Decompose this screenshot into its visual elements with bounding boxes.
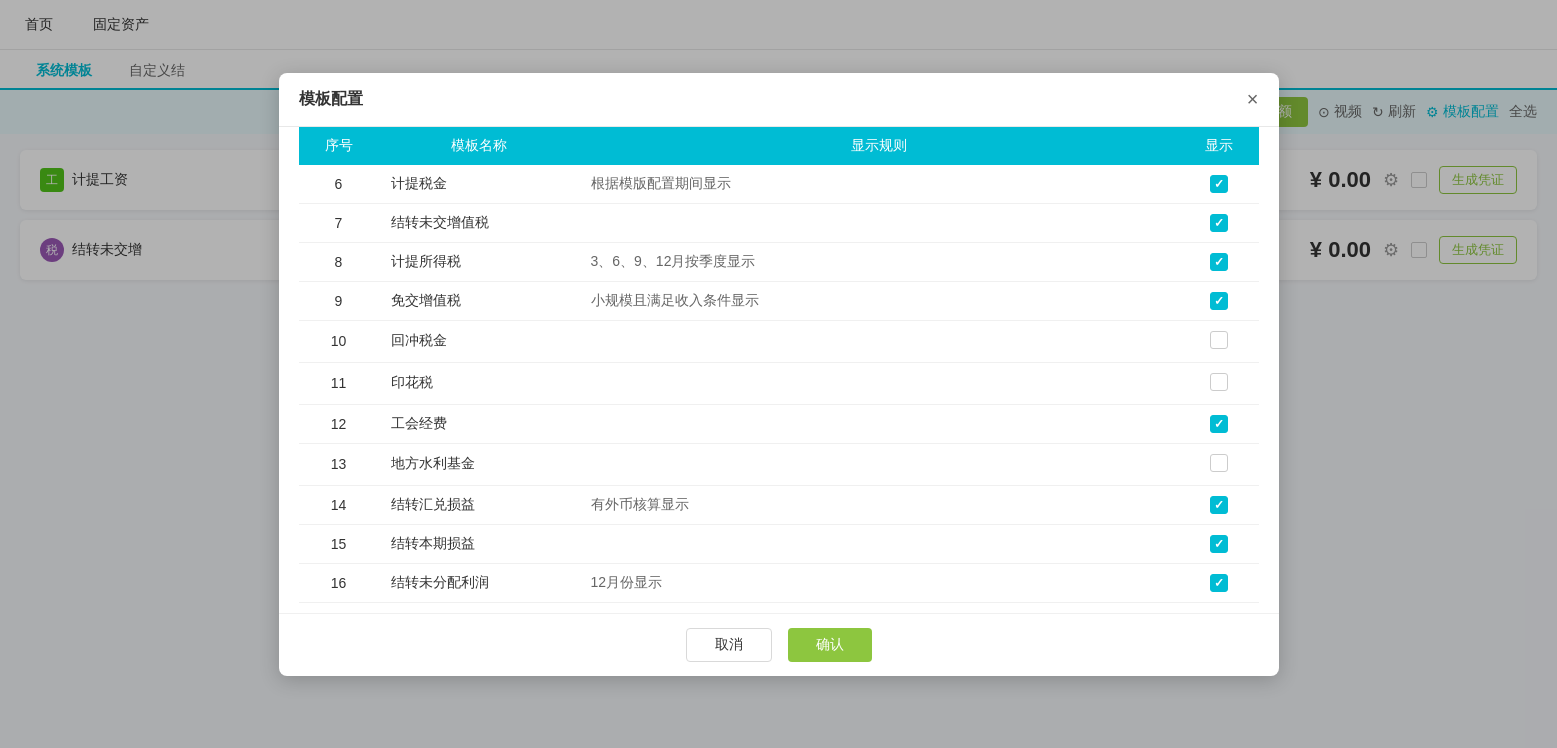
table-row: 6计提税金根据模版配置期间显示 bbox=[299, 165, 1259, 204]
row-checkbox-7[interactable] bbox=[1210, 214, 1228, 232]
row-name: 回冲税金 bbox=[379, 320, 579, 362]
table-row: 14结转汇兑损益有外币核算显示 bbox=[299, 485, 1259, 524]
row-rule: 12月份显示 bbox=[579, 563, 1179, 602]
row-rule: 根据模版配置期间显示 bbox=[579, 165, 1179, 204]
template-config-modal: 模板配置 × 序号 模板名称 显示规则 显示 6计提税金根据模版配置期间显示7结… bbox=[279, 73, 1279, 676]
table-row: 13地方水利基金 bbox=[299, 443, 1259, 485]
row-id: 15 bbox=[299, 524, 379, 563]
row-checkbox-cell bbox=[1179, 485, 1259, 524]
row-name: 结转本期损益 bbox=[379, 524, 579, 563]
row-checkbox-cell bbox=[1179, 443, 1259, 485]
row-checkbox-16[interactable] bbox=[1210, 574, 1228, 592]
col-header-name: 模板名称 bbox=[379, 127, 579, 165]
row-checkbox-15[interactable] bbox=[1210, 535, 1228, 553]
row-name: 结转未交增值税 bbox=[379, 203, 579, 242]
modal-title: 模板配置 bbox=[299, 89, 363, 110]
config-table: 序号 模板名称 显示规则 显示 6计提税金根据模版配置期间显示7结转未交增值税8… bbox=[299, 127, 1259, 603]
row-checkbox-cell bbox=[1179, 320, 1259, 362]
modal-header: 模板配置 × bbox=[279, 73, 1279, 127]
modal-overlay: 模板配置 × 序号 模板名称 显示规则 显示 6计提税金根据模版配置期间显示7结… bbox=[0, 0, 1557, 748]
row-name: 计提税金 bbox=[379, 165, 579, 204]
table-row: 11印花税 bbox=[299, 362, 1259, 404]
table-body: 6计提税金根据模版配置期间显示7结转未交增值税8计提所得税3、6、9、12月按季… bbox=[299, 165, 1259, 603]
row-checkbox-cell bbox=[1179, 362, 1259, 404]
modal-body: 序号 模板名称 显示规则 显示 6计提税金根据模版配置期间显示7结转未交增值税8… bbox=[279, 127, 1279, 613]
row-checkbox-14[interactable] bbox=[1210, 496, 1228, 514]
row-checkbox-cell bbox=[1179, 203, 1259, 242]
row-id: 11 bbox=[299, 362, 379, 404]
row-checkbox-8[interactable] bbox=[1210, 253, 1228, 271]
modal-footer: 取消 确认 bbox=[279, 613, 1279, 676]
table-header-row: 序号 模板名称 显示规则 显示 bbox=[299, 127, 1259, 165]
table-row: 15结转本期损益 bbox=[299, 524, 1259, 563]
row-rule bbox=[579, 443, 1179, 485]
row-id: 14 bbox=[299, 485, 379, 524]
row-id: 13 bbox=[299, 443, 379, 485]
row-name: 地方水利基金 bbox=[379, 443, 579, 485]
row-rule: 有外币核算显示 bbox=[579, 485, 1179, 524]
row-rule: 小规模且满足收入条件显示 bbox=[579, 281, 1179, 320]
row-checkbox-10[interactable] bbox=[1210, 331, 1228, 349]
row-id: 12 bbox=[299, 404, 379, 443]
table-row: 10回冲税金 bbox=[299, 320, 1259, 362]
cancel-button[interactable]: 取消 bbox=[686, 628, 772, 662]
col-header-show: 显示 bbox=[1179, 127, 1259, 165]
table-row: 12工会经费 bbox=[299, 404, 1259, 443]
modal-close-button[interactable]: × bbox=[1247, 89, 1259, 109]
row-rule bbox=[579, 404, 1179, 443]
row-id: 10 bbox=[299, 320, 379, 362]
row-checkbox-6[interactable] bbox=[1210, 175, 1228, 193]
row-checkbox-cell bbox=[1179, 242, 1259, 281]
table-row: 16结转未分配利润12月份显示 bbox=[299, 563, 1259, 602]
confirm-button[interactable]: 确认 bbox=[788, 628, 872, 662]
row-checkbox-13[interactable] bbox=[1210, 454, 1228, 472]
row-id: 7 bbox=[299, 203, 379, 242]
col-header-rule: 显示规则 bbox=[579, 127, 1179, 165]
table-row: 7结转未交增值税 bbox=[299, 203, 1259, 242]
row-checkbox-cell bbox=[1179, 281, 1259, 320]
row-name: 免交增值税 bbox=[379, 281, 579, 320]
row-checkbox-cell bbox=[1179, 165, 1259, 204]
row-checkbox-cell bbox=[1179, 563, 1259, 602]
table-row: 8计提所得税3、6、9、12月按季度显示 bbox=[299, 242, 1259, 281]
row-checkbox-11[interactable] bbox=[1210, 373, 1228, 391]
col-header-id: 序号 bbox=[299, 127, 379, 165]
row-id: 9 bbox=[299, 281, 379, 320]
row-rule: 3、6、9、12月按季度显示 bbox=[579, 242, 1179, 281]
row-id: 16 bbox=[299, 563, 379, 602]
row-id: 8 bbox=[299, 242, 379, 281]
row-name: 结转汇兑损益 bbox=[379, 485, 579, 524]
row-checkbox-cell bbox=[1179, 524, 1259, 563]
row-checkbox-9[interactable] bbox=[1210, 292, 1228, 310]
row-id: 6 bbox=[299, 165, 379, 204]
table-row: 9免交增值税小规模且满足收入条件显示 bbox=[299, 281, 1259, 320]
row-rule bbox=[579, 524, 1179, 563]
row-name: 印花税 bbox=[379, 362, 579, 404]
row-checkbox-cell bbox=[1179, 404, 1259, 443]
row-name: 结转未分配利润 bbox=[379, 563, 579, 602]
row-name: 工会经费 bbox=[379, 404, 579, 443]
row-rule bbox=[579, 362, 1179, 404]
row-name: 计提所得税 bbox=[379, 242, 579, 281]
row-checkbox-12[interactable] bbox=[1210, 415, 1228, 433]
row-rule bbox=[579, 203, 1179, 242]
row-rule bbox=[579, 320, 1179, 362]
